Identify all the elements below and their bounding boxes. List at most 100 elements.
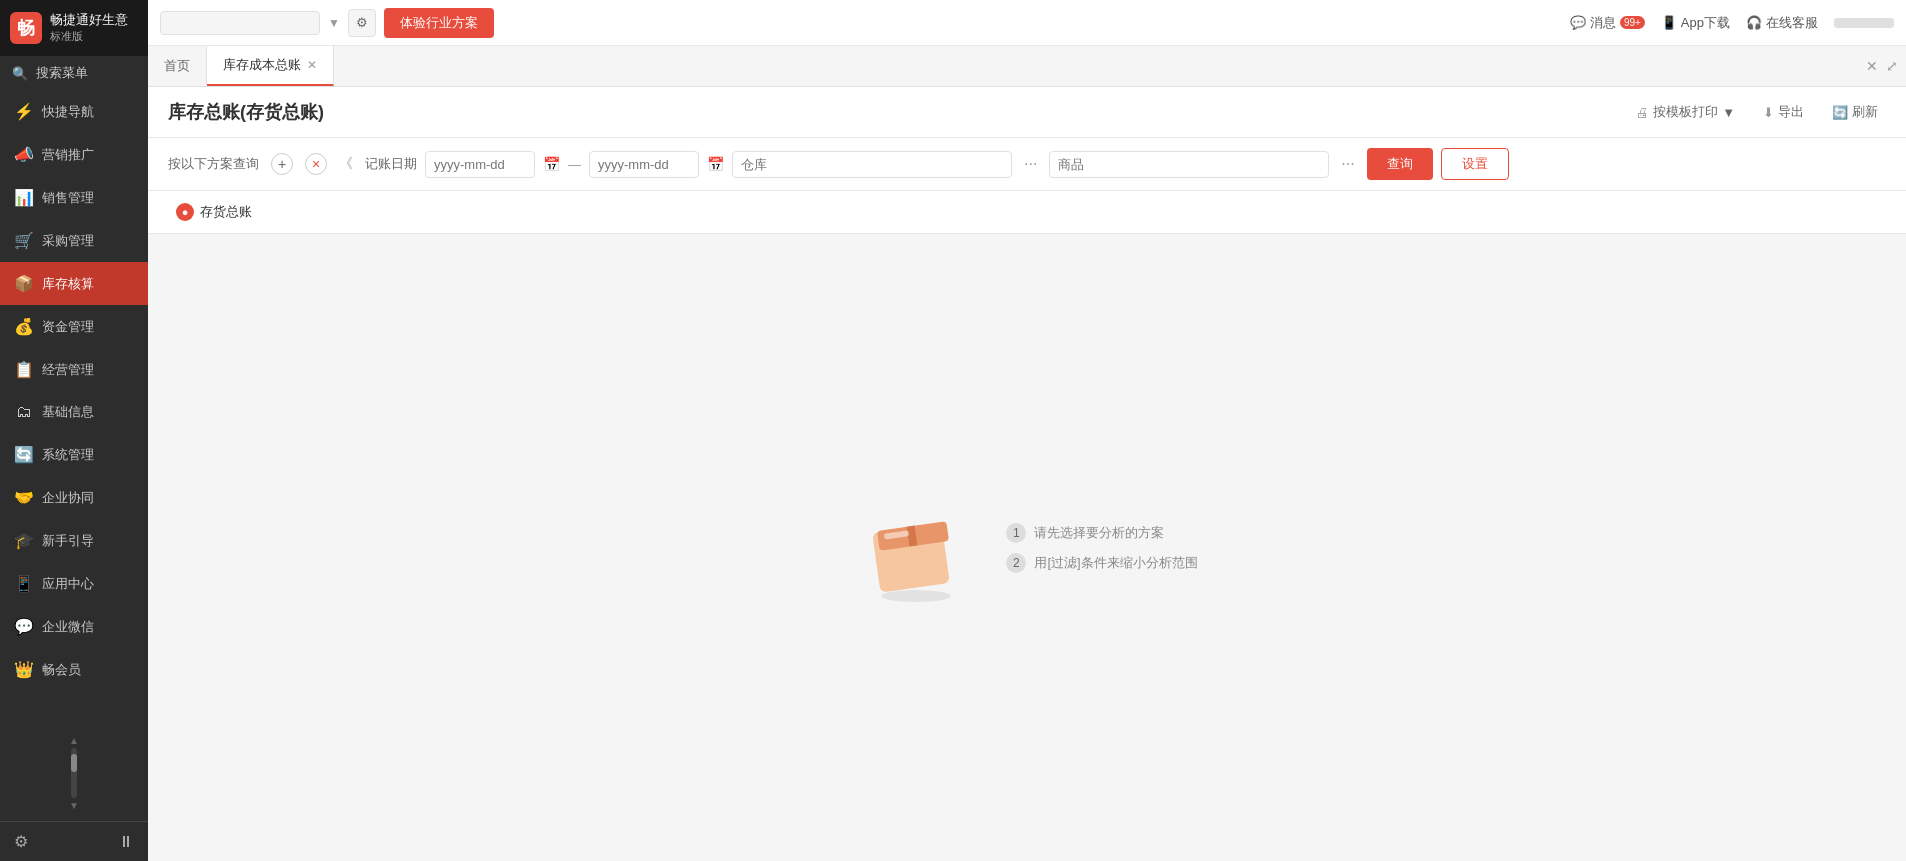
purchase-icon: 🛒 <box>14 231 34 250</box>
page-title: 库存总账(存货总账) <box>168 100 324 124</box>
headset-icon: 🎧 <box>1746 15 1762 30</box>
industry-solution-btn[interactable]: 体验行业方案 <box>384 8 494 38</box>
sidebar-item-sales[interactable]: 📊 销售管理 <box>0 176 148 219</box>
filter-bar: 按以下方案查询 + × 《 记账日期 📅 — 📅 ··· ··· 查询 设置 <box>148 138 1906 191</box>
empty-content: 1 请先选择要分析的方案 2 用[过滤]条件来缩小分析范围 <box>856 488 1197 608</box>
tip-item-1: 1 请先选择要分析的方案 <box>1006 523 1197 543</box>
print-dropdown-icon: ▼ <box>1722 105 1735 120</box>
export-icon: ⬇ <box>1763 105 1774 120</box>
message-label: 消息 <box>1590 14 1616 32</box>
sidebar-item-inventory[interactable]: 📦 库存核算 <box>0 262 148 305</box>
close-panel-icon[interactable]: ✕ <box>1866 58 1878 74</box>
tip-num-1: 1 <box>1006 523 1026 543</box>
filter-settings-btn[interactable]: 设置 <box>1441 148 1509 180</box>
sidebar-item-label: 企业微信 <box>42 618 94 636</box>
sidebar-item-operations[interactable]: 📋 经营管理 <box>0 348 148 391</box>
empty-illustration <box>856 488 976 608</box>
date-separator: — <box>568 157 581 172</box>
goods-more-btn[interactable]: ··· <box>1337 155 1358 173</box>
query-btn[interactable]: 查询 <box>1367 148 1433 180</box>
message-badge: 99+ <box>1620 16 1645 29</box>
sidebar-item-label: 新手引导 <box>42 532 94 550</box>
tab-inventory-cost[interactable]: 库存成本总账 ✕ <box>207 46 334 86</box>
sidebar-item-label: 应用中心 <box>42 575 94 593</box>
app-center-icon: 📱 <box>14 574 34 593</box>
submenu-item-inventory-ledger[interactable]: ● 存货总账 <box>168 199 260 225</box>
expand-icon[interactable]: ⤢ <box>1886 58 1898 74</box>
sidebar-item-system[interactable]: 🔄 系统管理 <box>0 433 148 476</box>
filter-label: 按以下方案查询 <box>168 155 259 173</box>
inventory-icon: 📦 <box>14 274 34 293</box>
tab-close-btn[interactable]: ✕ <box>307 58 317 72</box>
sidebar-item-wechat[interactable]: 💬 企业微信 <box>0 605 148 648</box>
calendar-end-icon[interactable]: 📅 <box>707 156 724 172</box>
sidebar-item-app-center[interactable]: 📱 应用中心 <box>0 562 148 605</box>
sidebar-item-quick-nav[interactable]: ⚡ 快捷导航 <box>0 90 148 133</box>
scroll-down-arrow[interactable]: ▼ <box>69 800 79 811</box>
sidebar-item-marketing[interactable]: 📣 营销推广 <box>0 133 148 176</box>
topbar-left: ▼ ⚙ 体验行业方案 <box>160 8 1562 38</box>
sidebar-footer: ⚙ ⏸ <box>0 821 148 861</box>
phone-icon: 📱 <box>1661 15 1677 30</box>
sidebar-item-label: 资金管理 <box>42 318 94 336</box>
finance-icon: 💰 <box>14 317 34 336</box>
filter-del-btn[interactable]: × <box>305 153 327 175</box>
tip-text-2: 用[过滤]条件来缩小分析范围 <box>1034 554 1197 572</box>
refresh-icon: 🔄 <box>1832 105 1848 120</box>
topbar-settings-btn[interactable]: ⚙ <box>348 9 376 37</box>
sidebar-item-enterprise[interactable]: 🤝 企业协同 <box>0 476 148 519</box>
scroll-up-arrow[interactable]: ▲ <box>69 735 79 746</box>
date-label: 记账日期 <box>365 155 417 173</box>
app-logo: 畅 畅捷通好生意 标准版 <box>0 0 148 56</box>
sidebar-item-guide[interactable]: 🎓 新手引导 <box>0 519 148 562</box>
print-btn[interactable]: 🖨 按模板打印 ▼ <box>1628 99 1743 125</box>
submenu-dot-icon: ● <box>176 203 194 221</box>
marketing-icon: 📣 <box>14 145 34 164</box>
empty-svg <box>856 488 976 608</box>
sales-icon: 📊 <box>14 188 34 207</box>
sidebar-item-vip[interactable]: 👑 畅会员 <box>0 648 148 691</box>
page-actions: 🖨 按模板打印 ▼ ⬇ 导出 🔄 刷新 <box>1628 99 1886 125</box>
enterprise-icon: 🤝 <box>14 488 34 507</box>
refresh-btn[interactable]: 🔄 刷新 <box>1824 99 1886 125</box>
sidebar-item-basic-info[interactable]: 🗂 基础信息 <box>0 391 148 433</box>
date-start-input[interactable] <box>425 151 535 178</box>
goods-input[interactable] <box>1049 151 1329 178</box>
collapse-icon[interactable]: ⏸ <box>118 833 134 851</box>
breadcrumb-dropdown-icon[interactable]: ▼ <box>328 16 340 30</box>
sidebar-item-label: 快捷导航 <box>42 103 94 121</box>
submenu-bar: ● 存货总账 <box>148 191 1906 234</box>
tip-text-1: 请先选择要分析的方案 <box>1034 524 1164 542</box>
calendar-start-icon[interactable]: 📅 <box>543 156 560 172</box>
settings-icon[interactable]: ⚙ <box>14 832 28 851</box>
sidebar: 畅 畅捷通好生意 标准版 🔍 搜索菜单 ⚡ 快捷导航 📣 营销推广 📊 销售管理… <box>0 0 148 861</box>
empty-area: 1 请先选择要分析的方案 2 用[过滤]条件来缩小分析范围 <box>148 234 1906 861</box>
tab-home[interactable]: 首页 <box>148 47 207 85</box>
sidebar-item-label: 库存核算 <box>42 275 94 293</box>
sidebar-item-purchase[interactable]: 🛒 采购管理 <box>0 219 148 262</box>
export-btn[interactable]: ⬇ 导出 <box>1755 99 1812 125</box>
topbar-right: 💬 消息 99+ 📱 App下载 🎧 在线客服 <box>1570 14 1894 32</box>
sidebar-item-finance[interactable]: 💰 资金管理 <box>0 305 148 348</box>
online-service-btn[interactable]: 🎧 在线客服 <box>1746 14 1818 32</box>
sidebar-item-label: 基础信息 <box>42 403 94 421</box>
filter-row: 记账日期 📅 — 📅 ··· ··· 查询 设置 <box>365 148 1886 180</box>
online-service-label: 在线客服 <box>1766 14 1818 32</box>
filter-collapse-btn[interactable]: 《 <box>339 155 353 173</box>
breadcrumb-input[interactable] <box>160 11 320 35</box>
search-menu-btn[interactable]: 🔍 搜索菜单 <box>0 56 148 90</box>
sidebar-scrollbar[interactable]: ▲ ▼ <box>69 731 79 815</box>
warehouse-more-btn[interactable]: ··· <box>1020 155 1041 173</box>
date-end-input[interactable] <box>589 151 699 178</box>
tabs-bar: 首页 库存成本总账 ✕ ✕ ⤢ <box>148 46 1906 87</box>
export-label: 导出 <box>1778 103 1804 121</box>
user-area[interactable] <box>1834 18 1894 28</box>
filter-add-btn[interactable]: + <box>271 153 293 175</box>
app-download-label: App下载 <box>1681 14 1730 32</box>
operations-icon: 📋 <box>14 360 34 379</box>
refresh-label: 刷新 <box>1852 103 1878 121</box>
warehouse-input[interactable] <box>732 151 1012 178</box>
svg-point-0 <box>881 590 951 602</box>
message-btn[interactable]: 💬 消息 99+ <box>1570 14 1645 32</box>
app-download-btn[interactable]: 📱 App下载 <box>1661 14 1730 32</box>
